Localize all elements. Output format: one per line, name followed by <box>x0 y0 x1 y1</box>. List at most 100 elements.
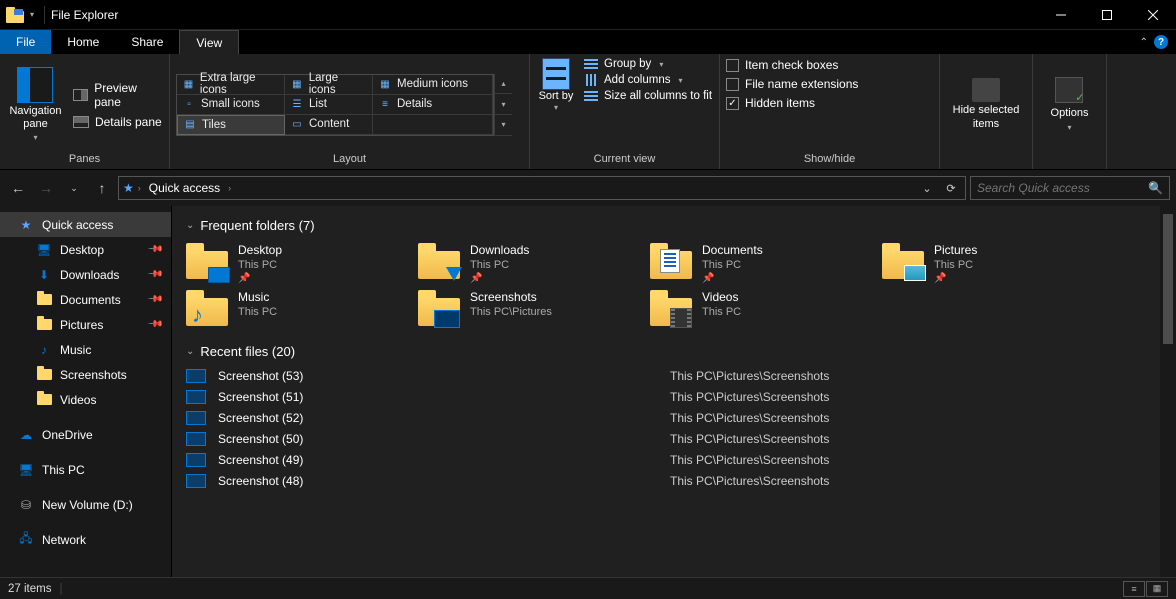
folder-tile[interactable]: Desktop This PC 📌 <box>186 243 406 284</box>
pin-icon: 📌 <box>238 273 282 284</box>
recent-file-row[interactable]: Screenshot (52) This PC\Pictures\Screens… <box>186 411 1162 425</box>
pin-icon: 📌 <box>934 273 977 284</box>
breadcrumb-root[interactable]: Quick access <box>145 181 224 195</box>
folder-name: Music <box>238 290 277 304</box>
hidden-items-toggle[interactable]: Hidden items <box>726 96 858 110</box>
scrollbar[interactable] <box>1160 206 1176 577</box>
preview-pane-button[interactable]: Preview pane <box>73 81 163 109</box>
view-details-button[interactable]: ≡ <box>1123 581 1145 597</box>
window-title: File Explorer <box>51 8 118 22</box>
sidebar-item-music[interactable]: ♪Music <box>0 337 171 362</box>
refresh-button[interactable]: ⟳ <box>941 182 961 195</box>
folder-name: Downloads <box>470 243 529 257</box>
folder-tile[interactable]: ♪ Music This PC <box>186 290 406 326</box>
folder-icon <box>418 290 460 326</box>
layout-scroll[interactable]: ▴▾▾ <box>494 74 512 136</box>
search-input[interactable] <box>977 181 1148 195</box>
address-dropdown[interactable]: ⌄ <box>917 182 937 195</box>
qat-dropdown[interactable]: ▾ <box>26 10 38 19</box>
folder-tile[interactable]: Screenshots This PC\Pictures <box>418 290 638 326</box>
close-button[interactable] <box>1130 0 1176 30</box>
sidebar-item-videos[interactable]: Videos <box>0 387 171 412</box>
back-button[interactable]: ← <box>6 176 30 200</box>
layout-extra-large[interactable]: ▦Extra large icons <box>177 75 285 95</box>
ribbon-collapse-icon[interactable]: ⌃ <box>1140 37 1148 48</box>
scrollbar-thumb[interactable] <box>1163 214 1173 344</box>
recent-file-row[interactable]: Screenshot (53) This PC\Pictures\Screens… <box>186 369 1162 383</box>
tab-view[interactable]: View <box>179 30 239 54</box>
file-location: This PC\Pictures\Screenshots <box>670 390 829 404</box>
file-name: Screenshot (49) <box>218 453 658 467</box>
addressbar: ← → ⌄ ↑ ★ › Quick access › ⌄ ⟳ 🔍 <box>0 170 1176 206</box>
minimize-button[interactable] <box>1038 0 1084 30</box>
size-all-columns-button[interactable]: Size all columns to fit <box>584 90 712 102</box>
search-field[interactable]: 🔍 <box>970 176 1170 200</box>
recent-files-header[interactable]: ⌄Recent files (20) <box>186 344 1162 359</box>
sidebar-item-quick-access[interactable]: ★Quick access <box>0 212 171 237</box>
ribbon-group-layout: ▦Extra large icons ▦Large icons ▦Medium … <box>170 54 530 169</box>
tab-home[interactable]: Home <box>51 30 115 54</box>
sidebar-item-network[interactable]: 🖧Network <box>0 527 171 552</box>
hide-selected-button[interactable]: Hide selected items <box>946 78 1026 130</box>
folder-location: This PC\Pictures <box>470 306 552 318</box>
item-checkboxes-toggle[interactable]: Item check boxes <box>726 58 858 72</box>
ribbon-group-panes: Navigation pane ▾ Preview pane Details p… <box>0 54 170 169</box>
view-icons-button[interactable]: ▦ <box>1146 581 1168 597</box>
app-icon <box>6 7 24 23</box>
folder-name: Desktop <box>238 243 282 257</box>
recent-file-row[interactable]: Screenshot (49) This PC\Pictures\Screens… <box>186 453 1162 467</box>
recent-file-row[interactable]: Screenshot (51) This PC\Pictures\Screens… <box>186 390 1162 404</box>
maximize-button[interactable] <box>1084 0 1130 30</box>
file-extensions-toggle[interactable]: File name extensions <box>726 77 858 91</box>
sidebar-item-pictures[interactable]: Pictures📌 <box>0 312 171 337</box>
sidebar-item-onedrive[interactable]: ☁OneDrive <box>0 422 171 447</box>
tab-share[interactable]: Share <box>115 30 179 54</box>
add-columns-button[interactable]: Add columns▾ <box>584 74 712 86</box>
address-field[interactable]: ★ › Quick access › ⌄ ⟳ <box>118 176 966 200</box>
layout-details[interactable]: ≡Details <box>373 95 493 115</box>
star-icon: ★ <box>123 181 134 195</box>
pin-icon: 📌 <box>146 266 163 283</box>
file-icon <box>186 432 206 446</box>
file-name: Screenshot (50) <box>218 432 658 446</box>
sidebar-item-desktop[interactable]: 🖥Desktop📌 <box>0 237 171 262</box>
recent-file-row[interactable]: Screenshot (48) This PC\Pictures\Screens… <box>186 474 1162 488</box>
sidebar-item-documents[interactable]: Documents📌 <box>0 287 171 312</box>
search-icon[interactable]: 🔍 <box>1148 181 1163 195</box>
layout-medium[interactable]: ▦Medium icons <box>373 75 493 95</box>
up-button[interactable]: ↑ <box>90 176 114 200</box>
folder-tile[interactable]: Pictures This PC 📌 <box>882 243 1102 284</box>
forward-button[interactable]: → <box>34 176 58 200</box>
file-location: This PC\Pictures\Screenshots <box>670 474 829 488</box>
group-by-button[interactable]: Group by▾ <box>584 58 712 70</box>
details-pane-button[interactable]: Details pane <box>73 115 163 129</box>
ribbon-group-options: Options ▾ <box>1033 54 1107 169</box>
layout-list[interactable]: ☰List <box>285 95 373 115</box>
tab-file[interactable]: File <box>0 30 51 54</box>
frequent-folders-header[interactable]: ⌄Frequent folders (7) <box>186 218 1162 233</box>
layout-tiles[interactable]: ▤Tiles <box>177 115 285 135</box>
sidebar-item-downloads[interactable]: ⬇Downloads📌 <box>0 262 171 287</box>
recent-file-row[interactable]: Screenshot (50) This PC\Pictures\Screens… <box>186 432 1162 446</box>
navigation-pane-button[interactable]: Navigation pane ▾ <box>6 58 65 151</box>
folder-tile[interactable]: Videos This PC <box>650 290 870 326</box>
ribbon-group-label: Show/hide <box>726 151 933 167</box>
folder-location: This PC <box>934 259 977 271</box>
ribbon-group-label: Layout <box>176 151 523 167</box>
recent-dropdown[interactable]: ⌄ <box>62 176 86 200</box>
layout-content[interactable]: ▭Content <box>285 115 373 135</box>
file-icon <box>186 453 206 467</box>
file-icon <box>186 411 206 425</box>
layout-small[interactable]: ▫Small icons <box>177 95 285 115</box>
sidebar-item-new-volume[interactable]: ⛁New Volume (D:) <box>0 492 171 517</box>
options-button[interactable]: Options ▾ <box>1051 77 1089 132</box>
folder-tile[interactable]: Documents This PC 📌 <box>650 243 870 284</box>
sidebar-item-screenshots[interactable]: Screenshots <box>0 362 171 387</box>
folder-tile[interactable]: Downloads This PC 📌 <box>418 243 638 284</box>
sidebar-item-this-pc[interactable]: 🖥This PC <box>0 457 171 482</box>
folder-icon <box>650 290 692 326</box>
statusbar: 27 items | ≡ ▦ <box>0 577 1176 599</box>
sort-by-button[interactable]: Sort by ▾ <box>536 58 576 151</box>
layout-large[interactable]: ▦Large icons <box>285 75 373 95</box>
help-icon[interactable]: ? <box>1154 35 1168 49</box>
